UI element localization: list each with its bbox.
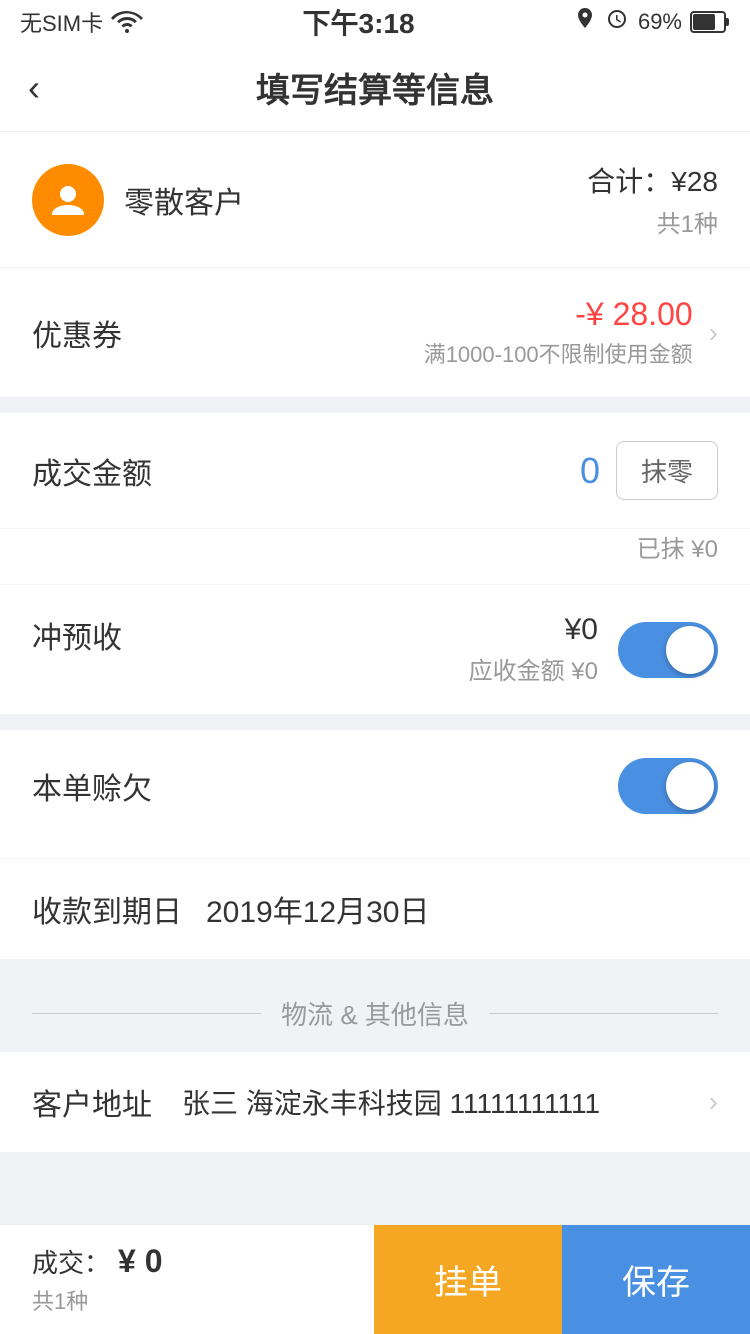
divider-line-right [489,1013,718,1014]
sim-status: 无SIM卡 [20,6,103,38]
pending-button[interactable]: 挂单 [374,1225,562,1334]
status-bar: 无SIM卡 下午3:18 69% [0,0,750,44]
coupon-desc: 满1000-100不限制使用金额 [424,337,693,369]
location-icon [574,8,596,36]
battery-icon [690,11,730,33]
coupon-amount: -¥ 28.00 [424,296,693,333]
debt-label: 本单赊欠 [32,764,152,808]
address-chevron-icon: › [709,1086,718,1118]
coupon-row[interactable]: 优惠券 -¥ 28.00 满1000-100不限制使用金额 › [0,267,750,397]
customer-avatar [32,164,104,236]
divider-line-left [32,1013,261,1014]
round-off-button[interactable]: 抹零 [616,441,718,500]
deal-amount-section: 成交金额 抹零 已抹 ¥0 冲预收 ¥0 应收金额 ¥0 [0,413,750,714]
nav-bar: ‹ 填写结算等信息 [0,44,750,132]
user-icon [47,179,89,221]
alarm-icon [604,8,630,36]
prepayment-toggle[interactable] [618,622,718,678]
save-button[interactable]: 保存 [562,1225,750,1334]
page-title: 填写结算等信息 [256,63,494,112]
deal-amount-row: 成交金额 抹零 [0,413,750,529]
address-value: 张三 海淀永丰科技园 11111111111 [182,1082,701,1122]
coupon-right: -¥ 28.00 满1000-100不限制使用金额 › [424,296,718,369]
customer-section: 零散客户 合计：¥28 共1种 优惠券 -¥ 28.00 满1000-100不限… [0,132,750,397]
bottom-deal-label: 成交： [32,1243,110,1280]
due-date-row: 收款到期日 2019年12月30日 [0,858,750,959]
chevron-right-icon: › [709,317,718,349]
bottom-summary: 成交： ¥ 0 共1种 [0,1243,374,1316]
due-date-label: 收款到期日 [32,887,182,931]
customer-total: 合计：¥28 共1种 [587,160,718,239]
wifi-icon [111,11,143,33]
address-row[interactable]: 客户地址 张三 海淀永丰科技园 11111111111 › [0,1052,750,1152]
debt-row: 本单赊欠 [0,730,750,842]
coupon-info: -¥ 28.00 满1000-100不限制使用金额 [424,296,693,369]
logistics-divider: 物流 & 其他信息 [0,975,750,1052]
battery-level: 69% [638,9,682,35]
coupon-label: 优惠券 [32,311,122,355]
prepayment-amount: ¥0 [469,613,598,647]
total-amount: 合计：¥28 [587,160,718,200]
logistics-label: 物流 & 其他信息 [281,995,469,1032]
customer-row: 零散客户 合计：¥28 共1种 [0,132,750,267]
prepayment-amounts: ¥0 应收金额 ¥0 [469,613,598,686]
receivable-amount: 应收金额 ¥0 [469,651,598,686]
prepayment-label: 冲预收 [32,613,172,657]
back-button[interactable]: ‹ [28,67,40,109]
bottom-bar: 成交： ¥ 0 共1种 挂单 保存 [0,1224,750,1334]
customer-name: 零散客户 [124,178,244,222]
deal-amount-controls: 抹零 [520,441,718,500]
debt-toggle[interactable] [618,758,718,814]
status-time: 下午3:18 [303,2,415,42]
prepayment-row: 冲预收 ¥0 应收金额 ¥0 [0,584,750,714]
total-count: 共1种 [587,204,718,239]
address-label: 客户地址 [32,1080,162,1124]
bottom-deal-amount: ¥ 0 [118,1243,162,1280]
status-right: 69% [574,8,730,36]
customer-info: 零散客户 [32,164,244,236]
bottom-deal-count: 共1种 [32,1284,342,1316]
already-rounded: 已抹 ¥0 [637,536,718,563]
due-date-value: 2019年12月30日 [206,887,429,931]
deal-amount-label: 成交金额 [32,449,172,493]
status-left: 无SIM卡 [20,6,143,38]
deal-amount-input[interactable] [520,450,600,492]
debt-section: 本单赊欠 收款到期日 2019年12月30日 [0,730,750,959]
